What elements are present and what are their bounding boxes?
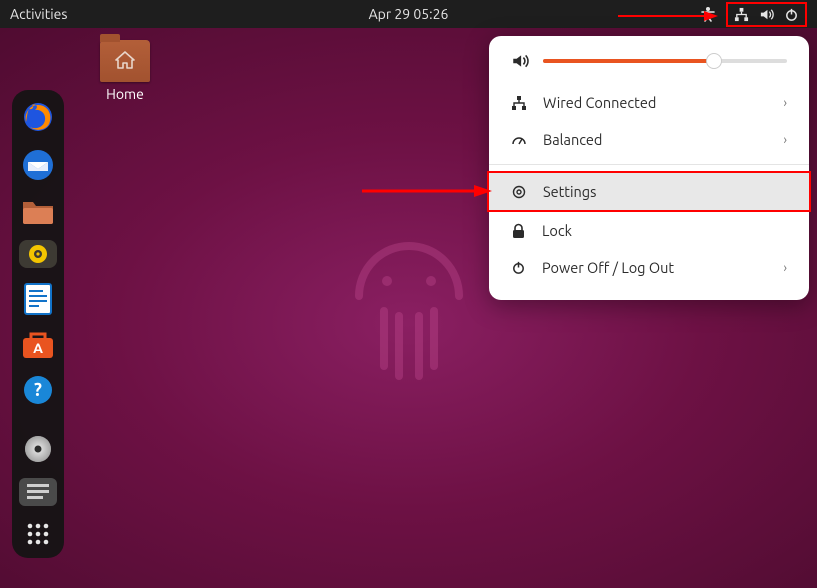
power-icon	[784, 7, 799, 22]
desktop-icon-label: Home	[100, 86, 150, 102]
dock-show-applications[interactable]	[19, 520, 57, 548]
home-icon	[114, 50, 136, 70]
dock-help[interactable]: ?	[19, 374, 57, 406]
menu-label: Balanced	[543, 131, 767, 148]
network-wired-icon	[734, 7, 749, 22]
svg-text:?: ?	[34, 380, 42, 400]
gauge-icon	[511, 132, 527, 148]
dock-rhythmbox[interactable]	[19, 240, 57, 268]
dock-libreoffice-writer[interactable]	[19, 282, 57, 316]
clock[interactable]: Apr 29 05:26	[369, 6, 449, 22]
menu-lock[interactable]: Lock	[489, 212, 809, 249]
dock-firefox[interactable]	[19, 100, 57, 134]
accessibility-icon[interactable]	[700, 6, 716, 22]
dock-files[interactable]	[19, 196, 57, 226]
chevron-right-icon: ›	[783, 96, 787, 110]
volume-icon	[511, 52, 529, 70]
chevron-right-icon: ›	[783, 133, 787, 147]
wallpaper-logo	[339, 226, 479, 386]
menu-label: Lock	[542, 222, 787, 239]
desktop-icon-home[interactable]: Home	[100, 40, 150, 102]
top-panel: Activities Apr 29 05:26	[0, 0, 817, 28]
menu-label: Power Off / Log Out	[542, 259, 767, 276]
volume-slider[interactable]	[543, 59, 787, 63]
activities-button[interactable]: Activities	[10, 6, 67, 22]
menu-balanced[interactable]: Balanced ›	[489, 121, 809, 158]
svg-text:A: A	[33, 340, 43, 356]
dock-disc[interactable]	[19, 434, 57, 464]
chevron-right-icon: ›	[783, 261, 787, 275]
dock-text-editor[interactable]	[19, 478, 57, 506]
menu-power[interactable]: Power Off / Log Out ›	[489, 249, 809, 286]
system-menu: Wired Connected › Balanced › Settings Lo…	[489, 36, 809, 300]
menu-settings[interactable]: Settings	[487, 171, 811, 212]
menu-label: Settings	[543, 183, 787, 200]
dock: A ?	[12, 90, 64, 558]
menu-divider	[489, 164, 809, 165]
power-icon	[511, 260, 526, 275]
menu-label: Wired Connected	[543, 94, 767, 111]
menu-wired[interactable]: Wired Connected ›	[489, 84, 809, 121]
dock-thunderbird[interactable]	[19, 148, 57, 182]
dock-ubuntu-software[interactable]: A	[19, 330, 57, 360]
system-status-area[interactable]	[726, 2, 807, 27]
lock-icon	[511, 223, 526, 239]
network-wired-icon	[511, 95, 527, 111]
volume-icon	[759, 7, 774, 22]
volume-row	[489, 50, 809, 84]
gear-icon	[511, 184, 527, 200]
